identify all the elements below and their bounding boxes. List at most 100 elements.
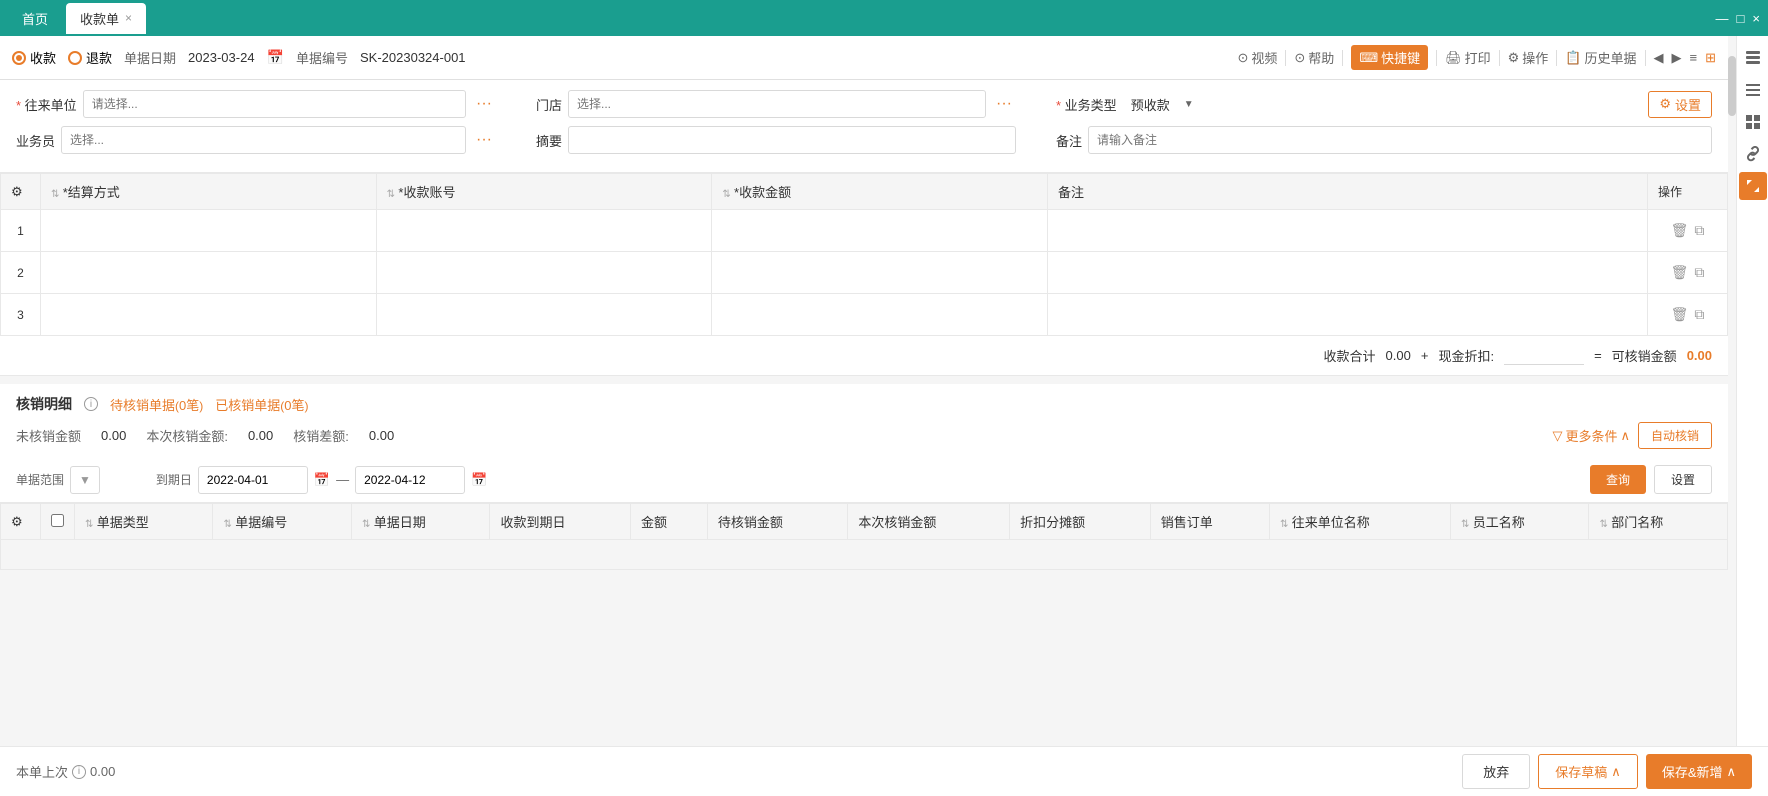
detail-table-area: ⚙ ⇅ 单据类型 ⇅ 单据编号 ⇅ 单据日期: [0, 503, 1728, 570]
detail-checkbox-col[interactable]: [41, 504, 75, 540]
nav-right-btn[interactable]: ▶: [1672, 50, 1682, 66]
abandon-button[interactable]: 放弃: [1462, 754, 1530, 789]
sort-counterparty-icon[interactable]: ⇅: [1280, 519, 1288, 530]
amount-cell-3[interactable]: [712, 294, 1048, 336]
settlement-cell-3[interactable]: [41, 294, 377, 336]
bottom-info-icon[interactable]: i: [72, 765, 86, 779]
amount-cell-1[interactable]: [712, 210, 1048, 252]
radio-refund[interactable]: 退款: [68, 48, 112, 67]
detail-settings-icon: ⚙: [11, 514, 23, 529]
table-row: 2 🗑 ⧉: [1, 252, 1728, 294]
sort-icon-settlement[interactable]: ⇅: [51, 189, 59, 200]
sort-staff-icon[interactable]: ⇅: [1461, 519, 1469, 530]
sort-date-icon[interactable]: ⇅: [362, 519, 370, 530]
query-btn[interactable]: 查询: [1590, 465, 1646, 494]
remark-cell-2[interactable]: [1048, 252, 1648, 294]
history-btn[interactable]: 📋 历史单据: [1565, 48, 1636, 67]
amount-cell-2[interactable]: [712, 252, 1048, 294]
date-label: 单据日期: [124, 48, 176, 67]
radio-receive[interactable]: 收款: [12, 48, 56, 67]
verify-info-icon[interactable]: i: [84, 397, 98, 411]
date-from-input[interactable]: [198, 466, 308, 494]
account-cell-2[interactable]: [376, 252, 712, 294]
tab-home[interactable]: 首页: [8, 3, 62, 34]
detail-amount-col: 金额: [631, 504, 708, 540]
sidebar-grid-icon[interactable]: [1739, 108, 1767, 136]
copy-icon-1[interactable]: ⧉: [1694, 222, 1704, 239]
settlement-cell-1[interactable]: [41, 210, 377, 252]
remark-col-header: 备注: [1048, 174, 1648, 210]
sort-icon-amount[interactable]: ⇅: [722, 189, 730, 200]
remark-input[interactable]: [1088, 126, 1712, 154]
print-icon: 🖨: [1445, 50, 1462, 66]
verify-title: 核销明细: [16, 394, 72, 414]
calendar-from-icon[interactable]: 📅: [314, 472, 330, 488]
summary-input[interactable]: [568, 126, 1016, 154]
store-input[interactable]: [568, 90, 986, 118]
scrollbar[interactable]: [1728, 36, 1736, 746]
settlement-cell-2[interactable]: [41, 252, 377, 294]
done-tab[interactable]: 已核销单据(0笔): [215, 395, 308, 414]
sort-type-icon[interactable]: ⇅: [85, 519, 93, 530]
counter-party-input[interactable]: [83, 90, 466, 118]
sort-number-icon[interactable]: ⇅: [223, 519, 231, 530]
scrollbar-thumb[interactable]: [1728, 56, 1736, 116]
remark-field: 备注: [1056, 126, 1712, 154]
tab-close-icon[interactable]: ×: [125, 11, 132, 25]
sidebar-list-icon[interactable]: [1739, 76, 1767, 104]
store-more-btn[interactable]: ···: [992, 95, 1016, 113]
print-btn[interactable]: 🖨 打印: [1445, 48, 1491, 67]
counter-party-label: 往来单位: [16, 95, 77, 114]
sidebar-link-icon[interactable]: [1739, 140, 1767, 168]
discount-input[interactable]: [1504, 346, 1584, 365]
settings-col-header[interactable]: ⚙: [1, 174, 41, 210]
select-all-checkbox[interactable]: [51, 514, 64, 527]
sort-dept-icon[interactable]: ⇅: [1599, 519, 1607, 530]
staff-more-btn[interactable]: ···: [472, 131, 496, 149]
pending-tab[interactable]: 待核销单据(0笔): [110, 395, 203, 414]
account-cell-3[interactable]: [376, 294, 712, 336]
divider5: [1556, 50, 1557, 66]
calendar-icon[interactable]: 📅: [267, 49, 284, 66]
minimize-btn[interactable]: —: [1716, 11, 1729, 26]
shortcut-btn[interactable]: ⌨ 快捷键: [1351, 45, 1428, 70]
detail-counterparty-col: ⇅ 往来单位名称: [1270, 504, 1451, 540]
summary-field: 摘要: [536, 126, 1016, 154]
action-cell-1: 🗑 ⧉: [1648, 210, 1728, 252]
calendar-to-icon[interactable]: 📅: [471, 472, 487, 488]
settings-button[interactable]: ⚙ 设置: [1648, 91, 1712, 118]
diff-label: 核销差额:: [293, 426, 349, 445]
remark-cell-3[interactable]: [1048, 294, 1648, 336]
sort-icon-account[interactable]: ⇅: [387, 189, 395, 200]
staff-input[interactable]: [61, 126, 466, 154]
delete-icon-3[interactable]: 🗑: [1671, 306, 1689, 323]
maximize-btn[interactable]: □: [1737, 11, 1745, 26]
copy-icon-2[interactable]: ⧉: [1694, 264, 1704, 281]
auto-verify-btn[interactable]: 自动核销: [1638, 422, 1712, 449]
date-to-input[interactable]: [355, 466, 465, 494]
nav-left-btn[interactable]: ◀: [1654, 50, 1664, 66]
copy-icon-3[interactable]: ⧉: [1694, 306, 1704, 323]
draft-button[interactable]: 保存草稿 ∧: [1538, 754, 1638, 789]
counter-party-more-btn[interactable]: ···: [472, 95, 496, 113]
close-btn[interactable]: ×: [1752, 11, 1760, 26]
business-type-arrow[interactable]: ▼: [1184, 99, 1194, 110]
settings-btn2[interactable]: 设置: [1654, 465, 1712, 494]
equals-sign: =: [1594, 348, 1602, 363]
sidebar-expand-icon[interactable]: [1739, 172, 1767, 200]
help-btn[interactable]: ⊙ 帮助: [1294, 48, 1334, 67]
list-view-btn[interactable]: ≡: [1690, 50, 1698, 65]
remark-cell-1[interactable]: [1048, 210, 1648, 252]
range-select[interactable]: ▼: [70, 466, 100, 494]
operation-btn[interactable]: ⚙ 操作: [1508, 48, 1549, 67]
save-button[interactable]: 保存&新增 ∧: [1646, 754, 1752, 789]
delete-icon-2[interactable]: 🗑: [1671, 264, 1689, 281]
more-conditions-btn[interactable]: ▽ 更多条件 ∧: [1552, 426, 1630, 445]
tab-active[interactable]: 收款单 ×: [66, 3, 146, 34]
account-cell-1[interactable]: [376, 210, 712, 252]
detail-settings-col[interactable]: ⚙: [1, 504, 41, 540]
video-btn[interactable]: ⊙ 视频: [1237, 48, 1277, 67]
sidebar-table-icon[interactable]: [1739, 44, 1767, 72]
delete-icon-1[interactable]: 🗑: [1671, 222, 1689, 239]
grid-view-btn[interactable]: ⊞: [1705, 50, 1716, 66]
